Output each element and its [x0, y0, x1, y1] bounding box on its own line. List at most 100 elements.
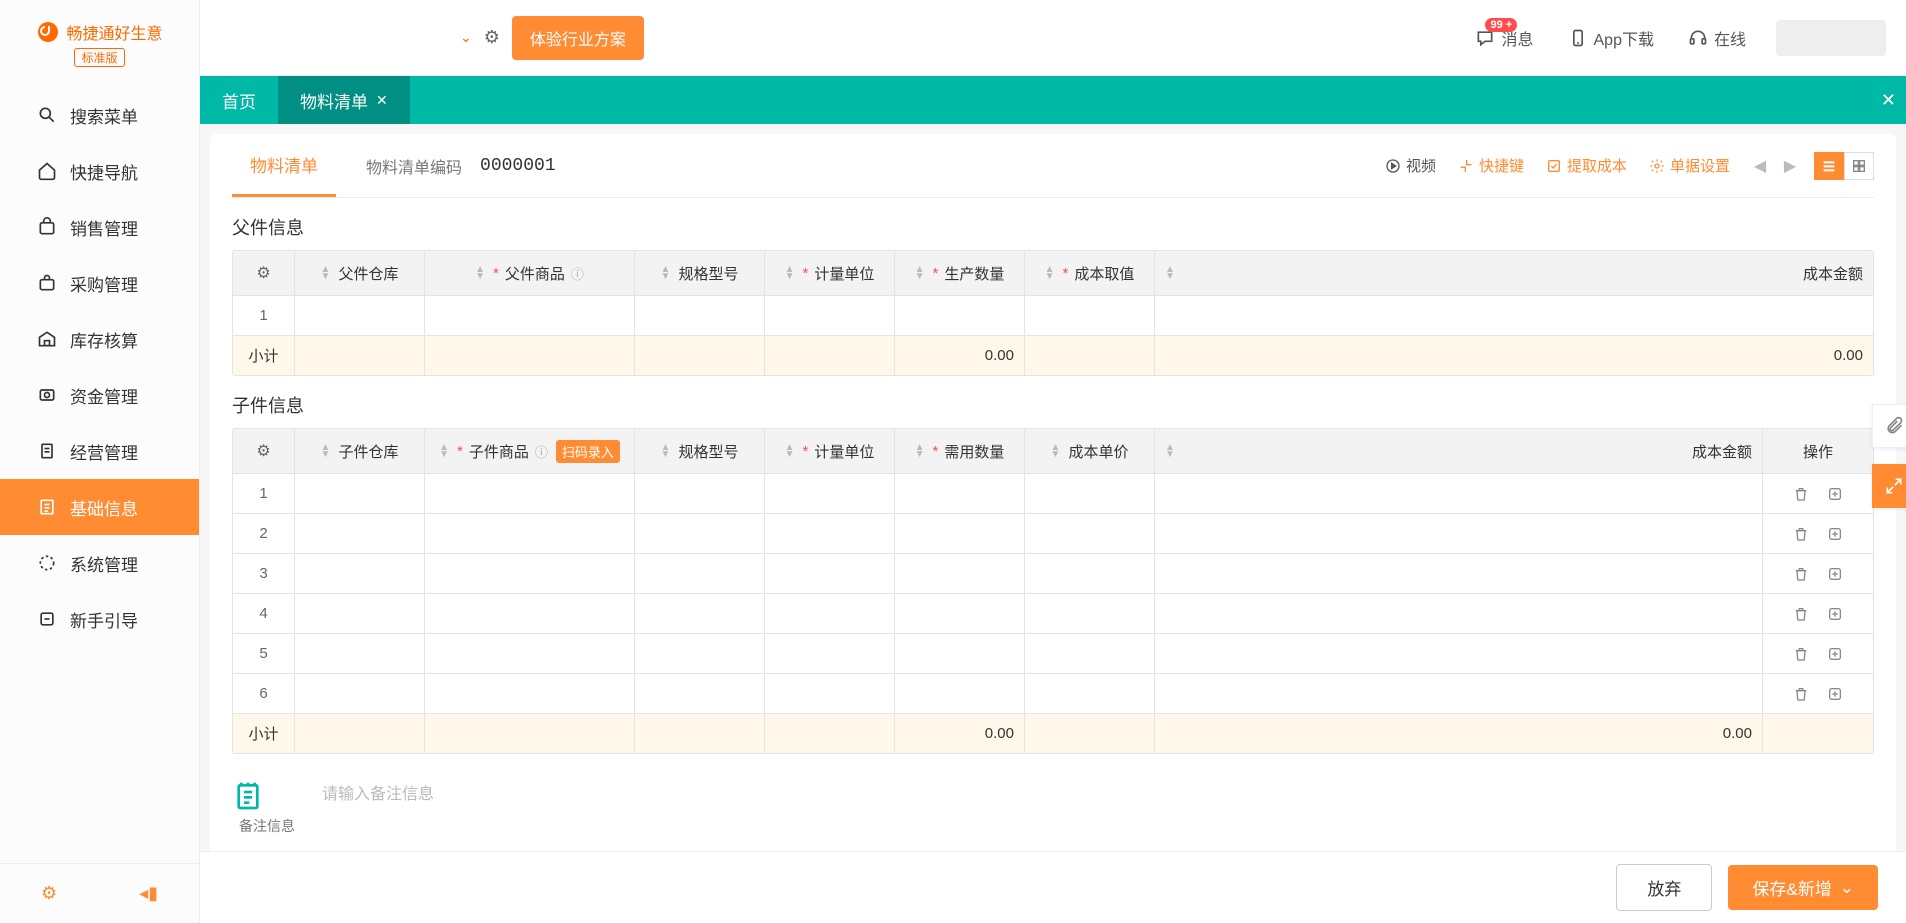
col-unit[interactable]: ▲▼*计量单位 [765, 429, 895, 473]
cell[interactable] [1155, 594, 1763, 633]
table-row[interactable]: 5 [233, 633, 1873, 673]
col-gear[interactable]: ⚙ [233, 251, 295, 295]
help-icon[interactable]: ⓘ [535, 442, 548, 461]
action-video[interactable]: 视频 [1385, 155, 1436, 176]
cell[interactable] [425, 554, 635, 593]
cell[interactable] [1025, 554, 1155, 593]
sidebar-item-purchase[interactable]: 采购管理 [0, 255, 199, 311]
cell[interactable] [765, 554, 895, 593]
cell[interactable] [635, 594, 765, 633]
cell[interactable] [1025, 594, 1155, 633]
cell[interactable] [895, 296, 1025, 335]
add-icon[interactable] [1827, 526, 1843, 542]
table-row[interactable]: 1 [233, 473, 1873, 513]
add-icon[interactable] [1827, 606, 1843, 622]
app-download-button[interactable]: App下载 [1568, 26, 1654, 50]
next-icon[interactable]: ▶ [1778, 154, 1802, 178]
add-icon[interactable] [1827, 486, 1843, 502]
cta-button[interactable]: 体验行业方案 [512, 16, 644, 60]
cell[interactable] [765, 594, 895, 633]
cell[interactable] [765, 474, 895, 513]
delete-icon[interactable] [1793, 526, 1809, 542]
cell[interactable] [895, 474, 1025, 513]
cell[interactable] [635, 296, 765, 335]
col-child-product[interactable]: ▲▼*子件商品ⓘ扫码录入 [425, 429, 635, 473]
org-dropdown[interactable]: ⌄ [220, 29, 472, 46]
sidebar-item-guide[interactable]: 新手引导 [0, 591, 199, 647]
add-icon[interactable] [1827, 566, 1843, 582]
online-support-button[interactable]: 在线 [1688, 26, 1746, 50]
panel-tab-bom[interactable]: 物料清单 [232, 134, 336, 197]
table-row[interactable]: 6 [233, 673, 1873, 713]
delete-icon[interactable] [1793, 686, 1809, 702]
cell[interactable] [295, 514, 425, 553]
cell[interactable] [895, 514, 1025, 553]
tab-bom[interactable]: 物料清单✕ [278, 76, 410, 124]
cell[interactable] [635, 674, 765, 713]
messages-button[interactable]: 99 + 消息 [1475, 26, 1533, 50]
add-icon[interactable] [1827, 646, 1843, 662]
col-parent-product[interactable]: ▲▼*父件商品ⓘ [425, 251, 635, 295]
cell[interactable] [765, 296, 895, 335]
delete-icon[interactable] [1793, 606, 1809, 622]
cell[interactable] [1155, 296, 1873, 335]
help-icon[interactable]: ⓘ [571, 264, 584, 283]
col-spec[interactable]: ▲▼规格型号 [635, 429, 765, 473]
close-icon[interactable]: ✕ [376, 92, 388, 109]
delete-icon[interactable] [1793, 486, 1809, 502]
table-row[interactable]: 3 [233, 553, 1873, 593]
cell[interactable] [295, 474, 425, 513]
table-row[interactable]: 2 [233, 513, 1873, 553]
cell[interactable] [295, 554, 425, 593]
expand-handle[interactable] [1872, 464, 1906, 508]
cell[interactable] [425, 594, 635, 633]
cell[interactable] [425, 634, 635, 673]
tab-home[interactable]: 首页 [200, 76, 278, 124]
cell[interactable] [295, 296, 425, 335]
table-row[interactable]: 4 [233, 593, 1873, 633]
cell[interactable] [765, 514, 895, 553]
sidebar-item-system[interactable]: 系统管理 [0, 535, 199, 591]
col-unit[interactable]: ▲▼*计量单位 [765, 251, 895, 295]
col-parent-warehouse[interactable]: ▲▼父件仓库 [295, 251, 425, 295]
col-req-qty[interactable]: ▲▼*需用数量 [895, 429, 1025, 473]
cell[interactable] [895, 554, 1025, 593]
cell[interactable] [425, 674, 635, 713]
collapse-icon[interactable]: ◂▮ [139, 883, 158, 904]
cell[interactable] [425, 296, 635, 335]
cell[interactable] [425, 514, 635, 553]
cell[interactable] [295, 594, 425, 633]
cell[interactable] [1155, 634, 1763, 673]
settings-icon[interactable]: ⚙ [41, 883, 57, 904]
cell[interactable] [1025, 514, 1155, 553]
cell[interactable] [1155, 514, 1763, 553]
scan-tag[interactable]: 扫码录入 [556, 440, 620, 463]
cell[interactable] [1155, 474, 1763, 513]
remarks-input[interactable] [322, 780, 1874, 840]
cell[interactable] [635, 514, 765, 553]
view-grid-icon[interactable] [1844, 152, 1874, 180]
cell[interactable] [765, 674, 895, 713]
cell[interactable] [1025, 634, 1155, 673]
cell[interactable] [895, 594, 1025, 633]
cell[interactable] [895, 674, 1025, 713]
col-child-warehouse[interactable]: ▲▼子件仓库 [295, 429, 425, 473]
cell[interactable] [635, 634, 765, 673]
col-cost-amt[interactable]: ▲▼成本金额 [1155, 251, 1873, 295]
cell[interactable] [1025, 674, 1155, 713]
discard-button[interactable]: 放弃 [1616, 864, 1712, 911]
cell[interactable] [635, 554, 765, 593]
sidebar-item-ops[interactable]: 经营管理 [0, 423, 199, 479]
cell[interactable] [1025, 296, 1155, 335]
cell[interactable] [425, 474, 635, 513]
col-prod-qty[interactable]: ▲▼*生产数量 [895, 251, 1025, 295]
col-cost-amt[interactable]: ▲▼成本金额 [1155, 429, 1763, 473]
user-avatar[interactable] [1776, 20, 1886, 56]
cell[interactable] [295, 674, 425, 713]
cell[interactable] [295, 634, 425, 673]
add-icon[interactable] [1827, 686, 1843, 702]
sidebar-item-quicknav[interactable]: 快捷导航 [0, 143, 199, 199]
save-new-button[interactable]: 保存&新增⌄ [1728, 865, 1878, 910]
delete-icon[interactable] [1793, 646, 1809, 662]
col-spec[interactable]: ▲▼规格型号 [635, 251, 765, 295]
